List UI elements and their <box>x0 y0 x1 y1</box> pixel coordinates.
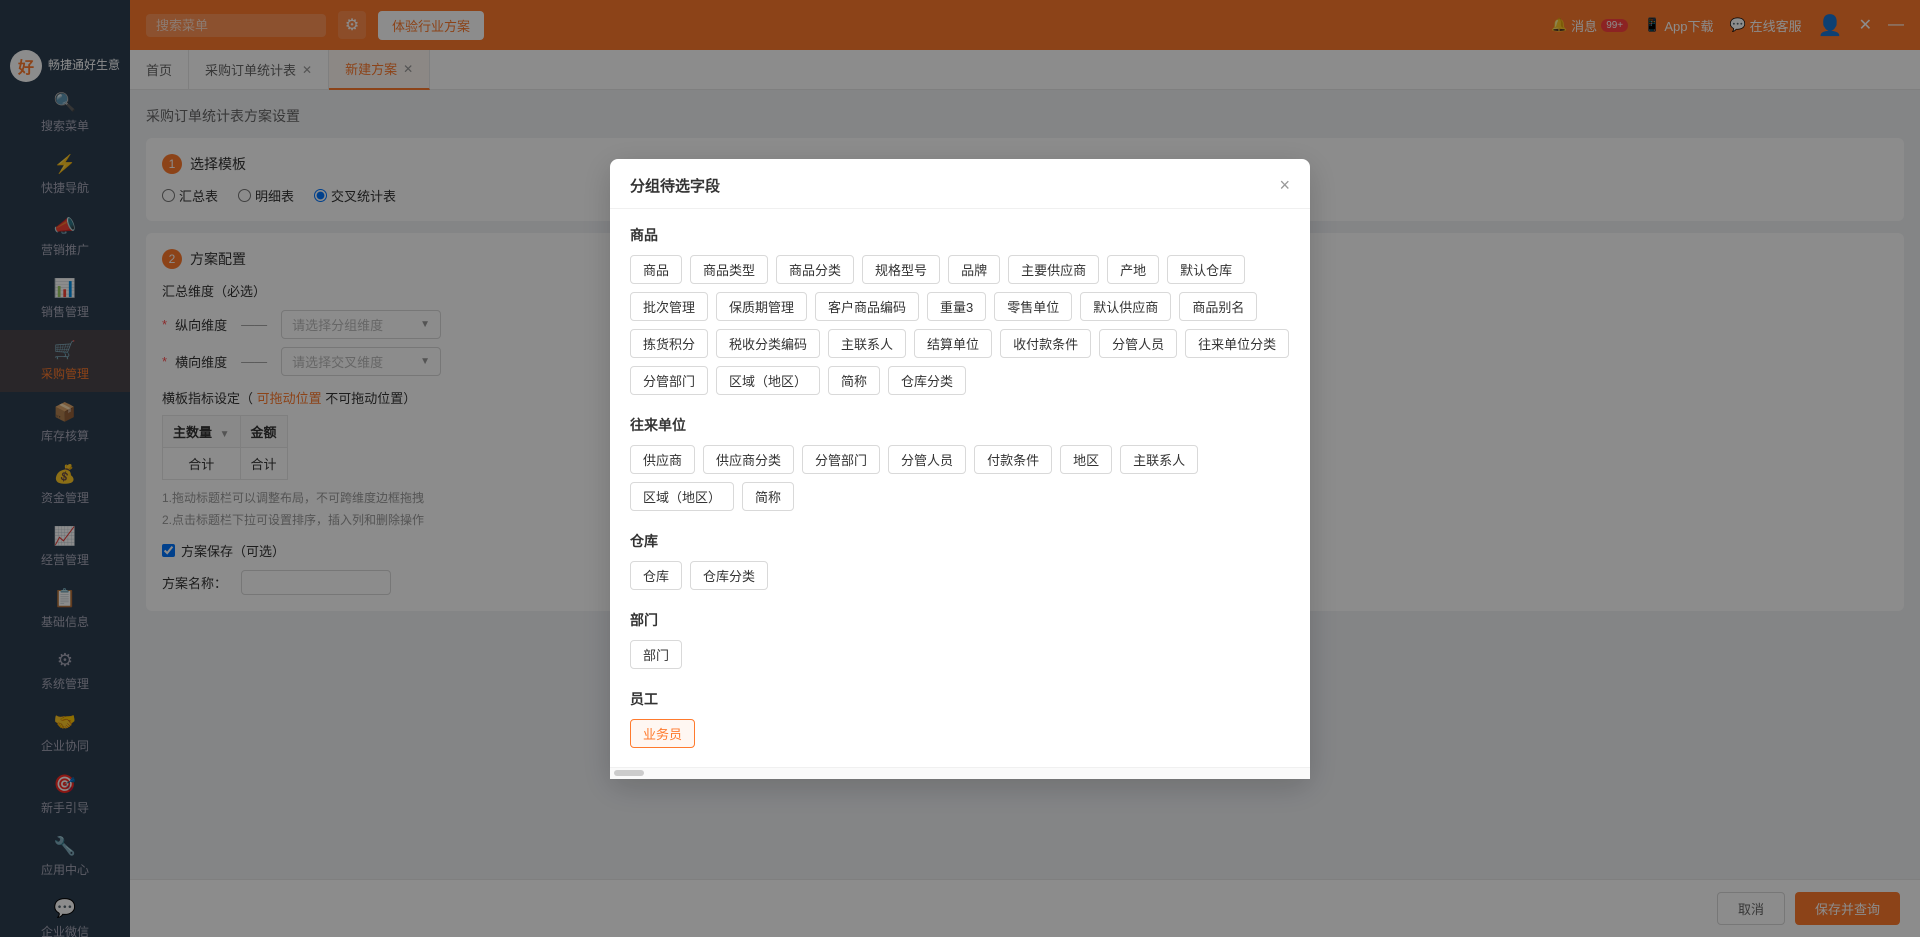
field-tag[interactable]: 简称 <box>828 366 880 395</box>
field-group-title-warehouse: 仓库 <box>630 531 1290 551</box>
field-tag[interactable]: 默认仓库 <box>1167 255 1245 284</box>
field-tag[interactable]: 往来单位分类 <box>1185 329 1289 358</box>
dialog-scrollbar-area <box>610 767 1310 778</box>
field-tag[interactable]: 税收分类编码 <box>716 329 820 358</box>
field-tag[interactable]: 品牌 <box>948 255 1000 284</box>
warehouse-fields: 仓库 仓库分类 <box>630 561 1290 590</box>
field-group-title-department: 部门 <box>630 610 1290 630</box>
field-tag[interactable]: 商品 <box>630 255 682 284</box>
department-fields: 部门 <box>630 640 1290 669</box>
field-tag[interactable]: 默认供应商 <box>1080 292 1171 321</box>
field-group-department: 部门 部门 <box>630 610 1290 669</box>
field-tag[interactable]: 商品别名 <box>1179 292 1257 321</box>
dialog-title: 分组待选字段 <box>630 175 720 196</box>
field-tag[interactable]: 批次管理 <box>630 292 708 321</box>
field-tag[interactable]: 规格型号 <box>862 255 940 284</box>
field-tag[interactable]: 区域（地区） <box>716 366 820 395</box>
field-group-warehouse: 仓库 仓库 仓库分类 <box>630 531 1290 590</box>
field-group-title-goods: 商品 <box>630 225 1290 245</box>
field-group-title-staff: 员工 <box>630 689 1290 709</box>
field-tag[interactable]: 保质期管理 <box>716 292 807 321</box>
field-tag[interactable]: 仓库 <box>630 561 682 590</box>
field-tag[interactable]: 主联系人 <box>828 329 906 358</box>
dialog-close-btn[interactable]: × <box>1279 176 1290 194</box>
staff-fields: 业务员 <box>630 719 1290 748</box>
field-tag[interactable]: 商品分类 <box>776 255 854 284</box>
dialog-body[interactable]: 商品 商品 商品类型 商品分类 规格型号 品牌 主要供应商 产地 默认仓库 批次… <box>610 209 1310 768</box>
field-tag[interactable]: 付款条件 <box>974 445 1052 474</box>
field-tag[interactable]: 部门 <box>630 640 682 669</box>
field-tag[interactable]: 区域（地区） <box>630 482 734 511</box>
field-tag[interactable]: 主联系人 <box>1120 445 1198 474</box>
overlay: 分组待选字段 × 商品 商品 商品类型 商品分类 规格型号 品牌 主要供应商 产… <box>0 0 1920 937</box>
field-tag[interactable]: 收付款条件 <box>1000 329 1091 358</box>
field-tag[interactable]: 地区 <box>1060 445 1112 474</box>
field-tag[interactable]: 商品类型 <box>690 255 768 284</box>
field-tag[interactable]: 结算单位 <box>914 329 992 358</box>
field-tag[interactable]: 拣货积分 <box>630 329 708 358</box>
field-tag[interactable]: 分管部门 <box>802 445 880 474</box>
field-tag[interactable]: 仓库分类 <box>690 561 768 590</box>
goods-fields: 商品 商品类型 商品分类 规格型号 品牌 主要供应商 产地 默认仓库 批次管理 … <box>630 255 1290 395</box>
field-tag[interactable]: 仓库分类 <box>888 366 966 395</box>
field-group-staff: 员工 业务员 <box>630 689 1290 748</box>
field-tag[interactable]: 分管部门 <box>630 366 708 395</box>
horizontal-scrollbar-thumb[interactable] <box>614 770 644 776</box>
field-tag[interactable]: 分管人员 <box>888 445 966 474</box>
field-tag[interactable]: 产地 <box>1107 255 1159 284</box>
dialog: 分组待选字段 × 商品 商品 商品类型 商品分类 规格型号 品牌 主要供应商 产… <box>610 159 1310 779</box>
field-tag[interactable]: 零售单位 <box>994 292 1072 321</box>
field-group-contacts: 往来单位 供应商 供应商分类 分管部门 分管人员 付款条件 地区 主联系人 区域… <box>630 415 1290 511</box>
field-tag[interactable]: 供应商 <box>630 445 695 474</box>
field-tag[interactable]: 重量3 <box>927 292 986 321</box>
field-group-title-contacts: 往来单位 <box>630 415 1290 435</box>
contacts-fields: 供应商 供应商分类 分管部门 分管人员 付款条件 地区 主联系人 区域（地区） … <box>630 445 1290 511</box>
field-tag[interactable]: 简称 <box>742 482 794 511</box>
dialog-header: 分组待选字段 × <box>610 159 1310 209</box>
field-tag[interactable]: 主要供应商 <box>1008 255 1099 284</box>
field-tag-salesperson[interactable]: 业务员 <box>630 719 695 748</box>
field-tag[interactable]: 供应商分类 <box>703 445 794 474</box>
field-tag[interactable]: 客户商品编码 <box>815 292 919 321</box>
field-group-goods: 商品 商品 商品类型 商品分类 规格型号 品牌 主要供应商 产地 默认仓库 批次… <box>630 225 1290 395</box>
field-tag[interactable]: 分管人员 <box>1099 329 1177 358</box>
